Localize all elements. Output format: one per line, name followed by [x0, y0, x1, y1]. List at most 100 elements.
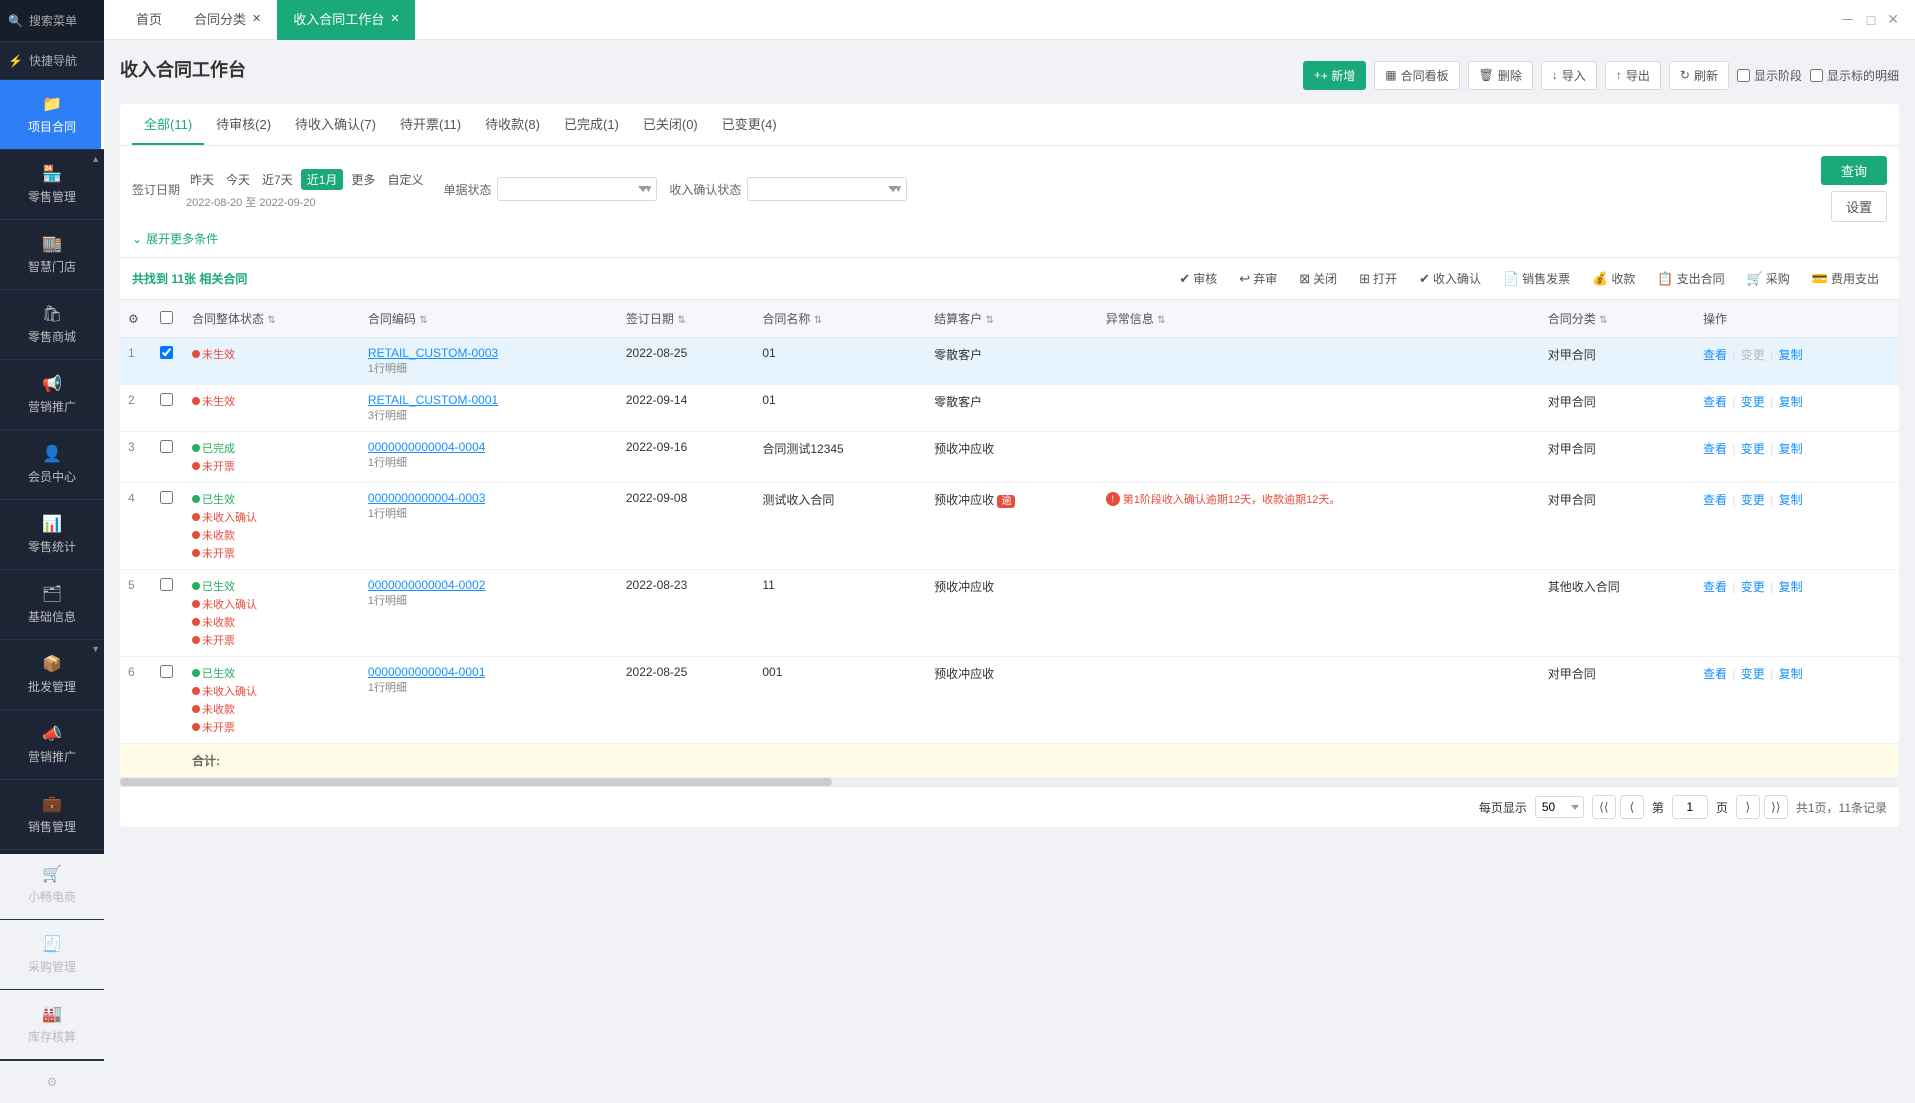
- tab-home[interactable]: 首页: [120, 0, 178, 40]
- sidebar-item-xiaochang[interactable]: 🛒 小畅电商: [0, 850, 104, 920]
- filter-tab-pending-review[interactable]: 待审核(2): [204, 104, 283, 145]
- sidebar-item-retail-mgmt[interactable]: 🏪 零售管理 ▲: [0, 150, 104, 220]
- row3-change[interactable]: 变更: [1741, 442, 1765, 456]
- close-btn-window[interactable]: ✕: [1887, 11, 1899, 28]
- next-page-button[interactable]: ⟩: [1736, 795, 1760, 819]
- row5-change[interactable]: 变更: [1741, 580, 1765, 594]
- tab-contract-category[interactable]: 合同分类 ✕: [178, 0, 277, 40]
- date-7days[interactable]: 近7天: [258, 169, 297, 190]
- sidebar-settings[interactable]: ⚙: [0, 1060, 104, 1103]
- sort-customer-icon[interactable]: ⇅: [985, 315, 993, 326]
- tab-income-contract[interactable]: 收入合同工作台 ✕: [277, 0, 415, 40]
- sales-invoice-button[interactable]: 📄 销售发票: [1495, 266, 1578, 291]
- row1-copy[interactable]: 复制: [1779, 348, 1803, 362]
- row4-copy[interactable]: 复制: [1779, 493, 1803, 507]
- setting-button[interactable]: 设置: [1831, 191, 1887, 222]
- show-stages-checkbox[interactable]: [1737, 69, 1750, 82]
- row6-code-link[interactable]: 0000000000004-0001: [368, 665, 610, 679]
- sidebar-quick-nav[interactable]: ⚡ 快捷导航: [0, 42, 104, 80]
- expand-button[interactable]: ⌄ 展开更多条件: [132, 230, 1887, 247]
- sidebar-item-marketing2[interactable]: 📣 营销推广: [0, 710, 104, 780]
- last-page-button[interactable]: ⟩⟩: [1764, 795, 1788, 819]
- prev-page-button[interactable]: ⟨: [1620, 795, 1644, 819]
- date-today[interactable]: 今天: [222, 169, 254, 190]
- filter-tab-pending-payment[interactable]: 待收款(8): [473, 104, 552, 145]
- row6-checkbox[interactable]: [152, 657, 184, 744]
- sort-name-icon[interactable]: ⇅: [814, 315, 822, 326]
- sidebar-item-purchase[interactable]: 🧾 采购管理: [0, 920, 104, 990]
- row3-copy[interactable]: 复制: [1779, 442, 1803, 456]
- filter-tab-pending-confirm[interactable]: 待收入确认(7): [283, 104, 388, 145]
- tab-income-contract-close[interactable]: ✕: [390, 12, 399, 25]
- collect-payment-button[interactable]: 💰 收款: [1584, 266, 1643, 291]
- sidebar-item-smart-store[interactable]: 🏬 智慧门店: [0, 220, 104, 290]
- show-stages-check[interactable]: 显示阶段: [1737, 67, 1802, 84]
- row1-code-link[interactable]: RETAIL_CUSTOM-0003: [368, 346, 610, 360]
- row2-checkbox[interactable]: [152, 385, 184, 432]
- tab-contract-category-close[interactable]: ✕: [252, 12, 261, 25]
- filter-tab-closed[interactable]: 已关闭(0): [631, 104, 710, 145]
- select-all-checkbox[interactable]: [160, 311, 173, 324]
- filter-tab-pending-invoice[interactable]: 待开票(11): [388, 104, 473, 145]
- delete-button[interactable]: 🗑 删除: [1468, 61, 1533, 90]
- row5-copy[interactable]: 复制: [1779, 580, 1803, 594]
- row1-view[interactable]: 查看: [1703, 348, 1727, 362]
- sort-code-icon[interactable]: ⇅: [419, 315, 427, 326]
- row4-code-link[interactable]: 0000000000004-0003: [368, 491, 610, 505]
- row6-view[interactable]: 查看: [1703, 667, 1727, 681]
- close-contract-button[interactable]: ⊠ 关闭: [1291, 266, 1345, 291]
- sidebar-item-project[interactable]: 📁 项目合同: [0, 80, 104, 150]
- date-custom[interactable]: 自定义: [383, 169, 427, 190]
- review-button[interactable]: ✔ 审核: [1171, 266, 1225, 291]
- filter-tab-changed[interactable]: 已变更(4): [710, 104, 789, 145]
- show-detail-checkbox[interactable]: [1810, 69, 1823, 82]
- date-more[interactable]: 更多: [347, 169, 379, 190]
- sidebar-item-member[interactable]: 👤 会员中心: [0, 430, 104, 500]
- row4-checkbox[interactable]: [152, 483, 184, 570]
- settings-icon[interactable]: ⚙: [128, 312, 139, 326]
- refresh-button[interactable]: ↻ 刷新: [1669, 61, 1729, 90]
- row2-view[interactable]: 查看: [1703, 395, 1727, 409]
- abandon-review-button[interactable]: ↩ 弃审: [1231, 266, 1285, 291]
- scrollbar-thumb[interactable]: [120, 778, 832, 786]
- row6-change[interactable]: 变更: [1741, 667, 1765, 681]
- row3-code-link[interactable]: 0000000000004-0004: [368, 440, 610, 454]
- import-button[interactable]: ↓ 导入: [1541, 61, 1597, 90]
- row1-checkbox[interactable]: [152, 338, 184, 385]
- new-button[interactable]: + + 新增: [1303, 61, 1366, 90]
- sidebar-item-retail-stats[interactable]: 📊 零售统计: [0, 500, 104, 570]
- sidebar-item-wholesale[interactable]: 📦 批发管理 ▼: [0, 640, 104, 710]
- row4-change[interactable]: 变更: [1741, 493, 1765, 507]
- expense-button[interactable]: 💳 费用支出: [1804, 266, 1887, 291]
- purchase-button[interactable]: 🛒 采购: [1739, 266, 1798, 291]
- page-number-input[interactable]: [1672, 795, 1708, 819]
- income-confirm-select[interactable]: [747, 177, 907, 201]
- maximize-btn[interactable]: □: [1867, 12, 1875, 28]
- row5-checkbox[interactable]: [152, 570, 184, 657]
- horizontal-scrollbar[interactable]: [120, 778, 1899, 786]
- export-button[interactable]: ↑ 导出: [1605, 61, 1661, 90]
- open-contract-button[interactable]: ⊞ 打开: [1351, 266, 1405, 291]
- row2-change[interactable]: 变更: [1741, 395, 1765, 409]
- filter-tab-all[interactable]: 全部(11): [132, 104, 204, 145]
- doc-status-select[interactable]: [497, 177, 657, 201]
- sidebar-item-marketing[interactable]: 📢 营销推广: [0, 360, 104, 430]
- sort-alert-icon[interactable]: ⇅: [1157, 315, 1165, 326]
- filter-tab-done[interactable]: 已完成(1): [552, 104, 631, 145]
- show-detail-check[interactable]: 显示标的明细: [1810, 67, 1899, 84]
- date-yesterday[interactable]: 昨天: [186, 169, 218, 190]
- minimize-btn[interactable]: －: [1841, 10, 1855, 30]
- row3-checkbox[interactable]: [152, 432, 184, 483]
- sidebar-item-basic-info[interactable]: 🗂 基础信息: [0, 570, 104, 640]
- first-page-button[interactable]: ⟨⟨: [1592, 795, 1616, 819]
- query-button[interactable]: 查询: [1821, 156, 1887, 185]
- sidebar-item-sales-mgmt[interactable]: 💼 销售管理: [0, 780, 104, 850]
- contract-board-button[interactable]: ▦ 合同看板: [1374, 61, 1459, 90]
- row4-view[interactable]: 查看: [1703, 493, 1727, 507]
- income-confirm-button[interactable]: ✔ 收入确认: [1411, 266, 1489, 291]
- row5-view[interactable]: 查看: [1703, 580, 1727, 594]
- sidebar-item-inventory[interactable]: 🏭 库存核算: [0, 990, 104, 1060]
- date-1month[interactable]: 近1月: [301, 169, 344, 190]
- sidebar-item-retail-mall[interactable]: 🛍 零售商城: [0, 290, 104, 360]
- row3-view[interactable]: 查看: [1703, 442, 1727, 456]
